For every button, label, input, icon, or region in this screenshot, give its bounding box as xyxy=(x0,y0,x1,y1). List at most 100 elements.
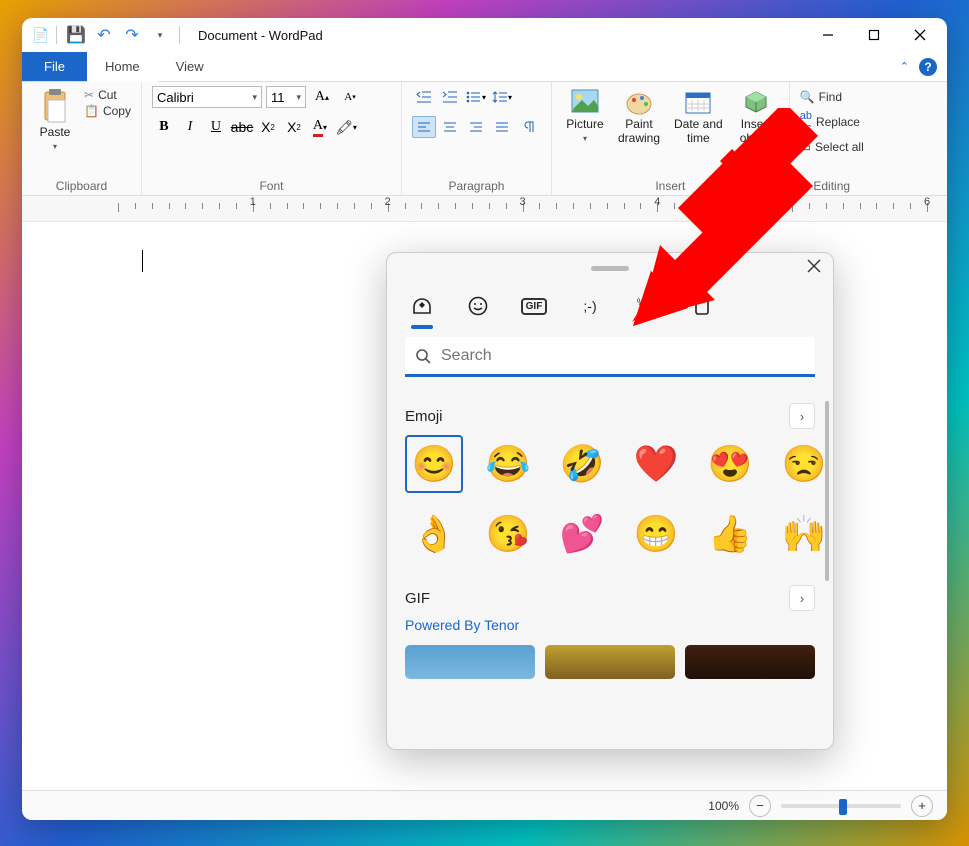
panel-header[interactable] xyxy=(387,253,833,283)
italic-button[interactable]: I xyxy=(178,116,202,138)
emoji-cell[interactable]: 😘 xyxy=(479,505,537,563)
panel-scrollbar[interactable] xyxy=(825,401,829,581)
underline-button[interactable]: U xyxy=(204,116,228,138)
maximize-button[interactable] xyxy=(851,18,897,52)
picture-label: Picture xyxy=(566,118,603,132)
gif-thumbnail[interactable] xyxy=(545,645,675,679)
tab-view[interactable]: View xyxy=(158,52,222,81)
tab-file[interactable]: File xyxy=(22,52,87,81)
align-left-button[interactable] xyxy=(412,116,436,138)
emoji-grid: 😊😂🤣❤️😍😒👌😘💕😁👍🙌 xyxy=(405,435,815,563)
app-icon: 📄 xyxy=(32,26,50,44)
group-font: Calibri▾ 11▾ A▴ A▾ B I U abc X2 X2 A▾ 🖍▾… xyxy=(142,82,402,195)
font-name-combo[interactable]: Calibri▾ xyxy=(152,86,262,108)
close-button[interactable] xyxy=(897,18,943,52)
highlight-button[interactable]: 🖍▾ xyxy=(334,116,358,138)
picture-button[interactable]: Picture▾ xyxy=(562,86,608,145)
tab-home[interactable]: Home xyxy=(87,52,158,81)
cut-label: Cut xyxy=(98,88,117,102)
align-right-button[interactable] xyxy=(464,116,488,138)
tab-symbols-icon[interactable]: %↻△+ xyxy=(631,291,661,321)
minimize-button[interactable] xyxy=(805,18,851,52)
gif-expand-button[interactable]: › xyxy=(789,585,815,611)
insert-object-button[interactable]: Insert object xyxy=(733,86,779,148)
emoji-search-box[interactable] xyxy=(405,337,815,377)
copy-label: Copy xyxy=(103,104,131,118)
gif-section-title: GIF xyxy=(405,590,430,607)
tab-recent-icon[interactable] xyxy=(407,291,437,321)
select-all-button[interactable]: ▭Select all xyxy=(800,140,864,154)
font-color-button[interactable]: A▾ xyxy=(308,116,332,138)
emoji-cell[interactable]: 😁 xyxy=(627,505,685,563)
copy-button[interactable]: 📋Copy xyxy=(84,104,131,118)
zoom-out-button[interactable]: − xyxy=(749,795,771,817)
gif-thumbnail[interactable] xyxy=(685,645,815,679)
text-caret xyxy=(142,250,143,272)
tab-kaomoji-icon[interactable]: ;-) xyxy=(575,291,605,321)
emoji-cell[interactable]: 👌 xyxy=(405,505,463,563)
justify-button[interactable] xyxy=(490,116,514,138)
bullets-button[interactable]: ▾ xyxy=(464,86,488,108)
strikethrough-button[interactable]: abc xyxy=(230,116,254,138)
tab-gif-icon[interactable]: GIF xyxy=(519,291,549,321)
emoji-cell[interactable]: ❤️ xyxy=(627,435,685,493)
shrink-font-button[interactable]: A▾ xyxy=(338,86,362,108)
emoji-cell[interactable]: 👍 xyxy=(701,505,759,563)
zoom-slider[interactable] xyxy=(781,804,901,808)
help-icon[interactable]: ? xyxy=(919,58,937,76)
bold-button[interactable]: B xyxy=(152,116,176,138)
replace-button[interactable]: abacReplace xyxy=(800,110,864,134)
emoji-cell[interactable]: 🤣 xyxy=(553,435,611,493)
line-spacing-button[interactable]: ▾ xyxy=(490,86,514,108)
emoji-expand-button[interactable]: › xyxy=(789,403,815,429)
drag-grip[interactable] xyxy=(591,266,629,271)
tab-clipboard-icon[interactable] xyxy=(687,291,717,321)
grow-font-button[interactable]: A▴ xyxy=(310,86,334,108)
svg-text:↻: ↻ xyxy=(647,297,655,307)
font-size-combo[interactable]: 11▾ xyxy=(266,86,306,108)
qat-customize[interactable]: ▾ xyxy=(147,22,173,48)
picker-category-tabs: GIF ;-) %↻△+ xyxy=(387,283,833,323)
emoji-section-title: Emoji xyxy=(405,408,443,425)
increase-indent-button[interactable] xyxy=(438,86,462,108)
zoom-value: 100% xyxy=(708,799,739,813)
emoji-cell[interactable]: 💕 xyxy=(553,505,611,563)
gif-thumbnail[interactable] xyxy=(405,645,535,679)
emoji-cell[interactable]: 😂 xyxy=(479,435,537,493)
redo-button[interactable]: ↷ xyxy=(119,22,145,48)
emoji-cell[interactable]: 😊 xyxy=(405,435,463,493)
window-title: Document - WordPad xyxy=(198,28,323,43)
paragraph-label: Paragraph xyxy=(412,177,541,193)
svg-text:△: △ xyxy=(637,307,644,317)
search-icon xyxy=(415,348,431,364)
superscript-button[interactable]: X2 xyxy=(282,116,306,138)
panel-close-button[interactable] xyxy=(807,259,821,273)
paragraph-dialog-button[interactable] xyxy=(516,116,540,138)
subscript-button[interactable]: X2 xyxy=(256,116,280,138)
datetime-button[interactable]: Date and time xyxy=(670,86,727,148)
zoom-in-button[interactable]: + xyxy=(911,795,933,817)
align-center-button[interactable] xyxy=(438,116,462,138)
tab-emoji-icon[interactable] xyxy=(463,291,493,321)
cut-button[interactable]: ✂Cut xyxy=(84,88,131,102)
paint-button[interactable]: Paint drawing xyxy=(614,86,664,148)
find-button[interactable]: 🔍Find xyxy=(800,90,864,104)
decrease-indent-button[interactable] xyxy=(412,86,436,108)
title-bar: 📄 💾 ↶ ↷ ▾ Document - WordPad xyxy=(22,18,947,52)
emoji-cell[interactable]: 😍 xyxy=(701,435,759,493)
ruler[interactable]: 123456 xyxy=(22,196,947,222)
ribbon-collapse[interactable]: ⌃ xyxy=(900,60,909,73)
status-bar: 100% − + xyxy=(22,790,947,820)
emoji-search-input[interactable] xyxy=(441,347,805,365)
group-paragraph: ▾ ▾ Paragraph xyxy=(402,82,552,195)
svg-text:+: + xyxy=(647,307,652,317)
ribbon-tabs: File Home View ⌃ ? xyxy=(22,52,947,82)
undo-button[interactable]: ↶ xyxy=(91,22,117,48)
editing-label: Editing xyxy=(800,177,864,193)
font-group-label: Font xyxy=(152,177,391,193)
insert-label: Insert xyxy=(562,177,779,193)
save-button[interactable]: 💾 xyxy=(63,22,89,48)
separator xyxy=(179,26,180,44)
paint-label: Paint drawing xyxy=(618,118,660,146)
paste-button[interactable]: Paste ▾ xyxy=(32,86,78,153)
